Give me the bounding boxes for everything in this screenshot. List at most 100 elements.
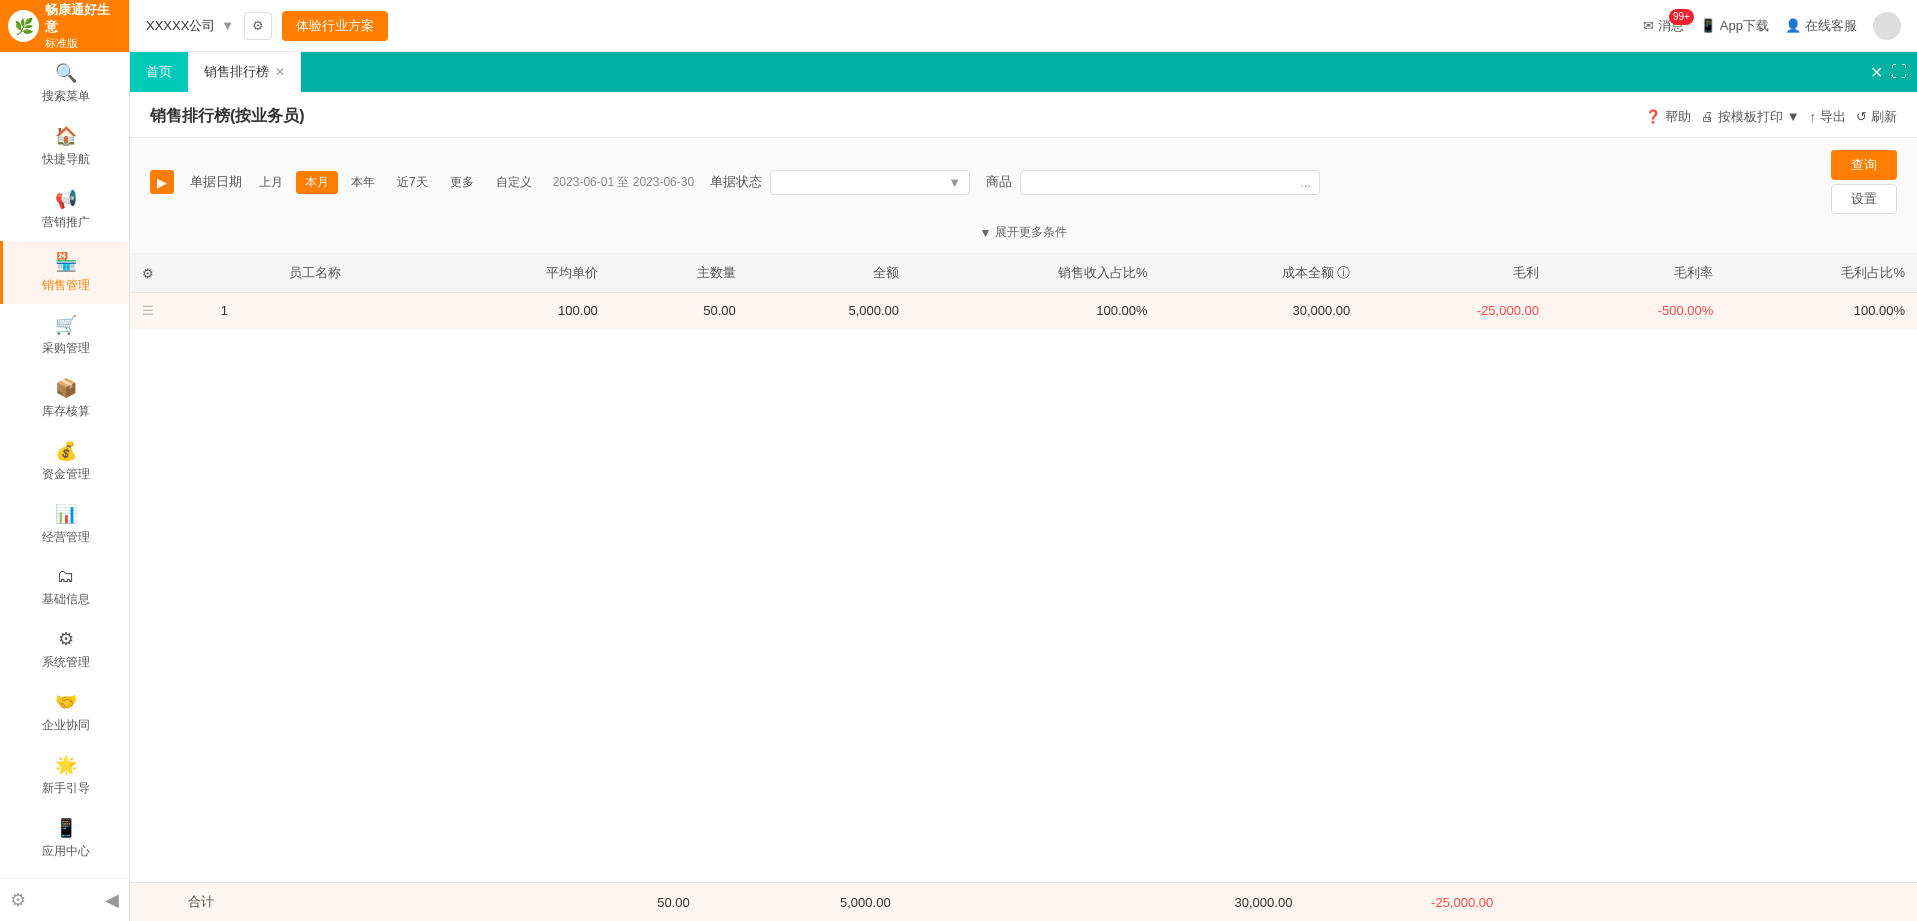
refresh-button[interactable]: ↺ 刷新 — [1856, 108, 1897, 126]
sidebar-label-finance: 资金管理 — [42, 466, 90, 483]
trial-button[interactable]: 体验行业方案 — [282, 11, 388, 41]
date-btn-更多[interactable]: 更多 — [441, 171, 483, 194]
status-filter-item: 单据状态 ▼ — [710, 170, 970, 195]
col-name: 员工名称 — [277, 254, 443, 293]
cell-qty: 50.00 — [610, 293, 748, 329]
message-item[interactable]: ✉ 消息 99+ — [1643, 17, 1684, 35]
date-btn-上月[interactable]: 上月 — [250, 171, 292, 194]
sidebar-label-app-center: 应用中心 — [42, 843, 90, 860]
sidebar-item-marketing[interactable]: 📢营销推广 — [0, 178, 129, 241]
sidebar-item-app-center[interactable]: 📱应用中心 — [0, 807, 129, 870]
settings-button[interactable]: 设置 — [1831, 184, 1897, 214]
date-btn-近7天[interactable]: 近7天 — [388, 171, 437, 194]
footer-cost: 30,000.00 — [1102, 895, 1303, 910]
cell-name — [277, 293, 443, 329]
page-title: 销售排行榜(按业务员) — [150, 106, 305, 127]
header-right: ✉ 消息 99+ 📱 App下载 👤 在线客服 — [1643, 12, 1901, 40]
gear-button[interactable]: ⚙ — [244, 12, 272, 40]
tab-bar: 首页销售排行榜✕ ✕ ⛶ — [130, 52, 1917, 92]
help-button[interactable]: ❓ 帮助 — [1645, 108, 1691, 126]
app-download-item[interactable]: 📱 App下载 — [1700, 17, 1769, 35]
table-body: ☰1100.0050.005,000.00100.00%30,000.00-25… — [130, 293, 1917, 329]
query-button[interactable]: 查询 — [1831, 150, 1897, 180]
app-download-label: App下载 — [1720, 17, 1769, 35]
sidebar-item-newbie[interactable]: 🌟新手引导 — [0, 744, 129, 807]
date-label: 单据日期 — [190, 173, 242, 191]
filter-row: ▶ 单据日期 上月本月本年近7天更多自定义 2023-06-01 至 2023-… — [150, 150, 1897, 214]
row-settings: ☰ — [130, 293, 209, 329]
col-cost: 成本全额 ⓘ — [1160, 254, 1363, 293]
sidebar-label-quick-nav: 快捷导航 — [42, 151, 90, 168]
sidebar-item-quick-nav[interactable]: 🏠快捷导航 — [0, 115, 129, 178]
date-btn-本年[interactable]: 本年 — [342, 171, 384, 194]
filter-toggle-arrow[interactable]: ▶ — [150, 170, 174, 194]
footer-amount: 5,000.00 — [700, 895, 901, 910]
sidebar-item-operations[interactable]: 📊经营管理 — [0, 493, 129, 556]
tab-close-sales-ranking[interactable]: ✕ — [275, 65, 285, 79]
company-selector[interactable]: XXXXX公司 ▼ — [146, 17, 234, 35]
online-service-label: 在线客服 — [1805, 17, 1857, 35]
tab-home[interactable]: 首页 — [130, 52, 188, 92]
export-button[interactable]: ↑ 导出 — [1810, 108, 1847, 126]
app-download-icon: 📱 — [1700, 18, 1716, 33]
logo-line2: 标准版 — [45, 36, 121, 50]
collapse-icon[interactable]: ◀ — [105, 889, 119, 911]
status-label: 单据状态 — [710, 173, 762, 191]
expand-label: 展开更多条件 — [995, 224, 1067, 241]
logo-text: 畅康通好生意 标准版 — [45, 2, 121, 50]
sidebar-logo: 🌿 畅康通好生意 标准版 — [0, 0, 129, 52]
sidebar-item-basic-info[interactable]: 🗂 基础信息 — [0, 556, 129, 618]
sidebar-label-enterprise: 企业协同 — [42, 717, 90, 734]
goods-value — [1029, 175, 1033, 190]
cell-profit_pct: 100.00% — [1725, 293, 1917, 329]
sidebar-icon-basic-info: 🗂 — [57, 566, 75, 587]
sidebar-item-enterprise[interactable]: 🤝 企业协同 — [0, 681, 129, 744]
avatar[interactable] — [1873, 12, 1901, 40]
status-select[interactable]: ▼ — [770, 170, 970, 195]
maximize-icon[interactable]: ⛶ — [1891, 63, 1907, 81]
cell-profit: -25,000.00 — [1362, 293, 1551, 329]
tab-sales-ranking[interactable]: 销售排行榜✕ — [188, 52, 301, 92]
sidebar-icon-enterprise: 🤝 — [55, 691, 77, 713]
sidebar-item-system[interactable]: ⚙系统管理 — [0, 618, 129, 681]
sidebar-label-newbie: 新手引导 — [42, 780, 90, 797]
message-badge: 99+ — [1669, 9, 1694, 25]
sidebar-item-search[interactable]: 🔍搜索菜单 — [0, 52, 129, 115]
template-print-button[interactable]: 🖨 按模板打印 ▼ — [1701, 108, 1800, 126]
expand-row: ▼ 展开更多条件 — [150, 224, 1897, 241]
close-tab-icon[interactable]: ✕ — [1870, 63, 1883, 82]
expand-button[interactable]: ▼ 展开更多条件 — [980, 224, 1068, 241]
sidebar: 🌿 畅康通好生意 标准版 🔍搜索菜单🏠快捷导航📢营销推广🏪销售管理🛒采购管理📦库… — [0, 0, 130, 921]
cell-sales_pct: 100.00% — [911, 293, 1160, 329]
table-header-row: ⚙员工名称平均单价主数量全额销售收入占比%成本全额 ⓘ毛利毛利率毛利占比% — [130, 254, 1917, 293]
sidebar-item-finance[interactable]: 💰资金管理 — [0, 430, 129, 493]
sidebar-icon-system: ⚙ — [58, 628, 74, 650]
sidebar-label-purchase: 采购管理 — [42, 340, 90, 357]
col-amount: 全额 — [748, 254, 911, 293]
help-label: 帮助 — [1665, 108, 1691, 126]
logo-line1: 畅康通好生意 — [45, 2, 121, 36]
sidebar-item-inventory[interactable]: 📦库存核算 — [0, 367, 129, 430]
date-group: 上月本月本年近7天更多自定义 — [250, 171, 541, 194]
goods-arrow: ... — [1300, 175, 1311, 190]
date-btn-本月[interactable]: 本月 — [296, 171, 338, 194]
filter-buttons: 查询 设置 — [1831, 150, 1897, 214]
col-rank — [209, 254, 277, 293]
sidebar-label-basic-info: 基础信息 — [42, 591, 90, 608]
sidebar-item-wechat[interactable]: 💬企业微信 — [0, 870, 129, 878]
refresh-label: 刷新 — [1871, 108, 1897, 126]
filter-bar: ▶ 单据日期 上月本月本年近7天更多自定义 2023-06-01 至 2023-… — [130, 138, 1917, 254]
settings-icon[interactable]: ⚙ — [10, 889, 26, 911]
data-table: ⚙员工名称平均单价主数量全额销售收入占比%成本全额 ⓘ毛利毛利率毛利占比% ☰1… — [130, 254, 1917, 329]
goods-select[interactable]: ... — [1020, 170, 1320, 195]
sidebar-item-sales[interactable]: 🏪销售管理 — [0, 241, 129, 304]
online-service-item[interactable]: 👤 在线客服 — [1785, 17, 1857, 35]
col-settings[interactable]: ⚙ — [130, 254, 209, 293]
sidebar-menu: 🔍搜索菜单🏠快捷导航📢营销推广🏪销售管理🛒采购管理📦库存核算💰资金管理📊经营管理… — [0, 52, 129, 878]
cell-cost: 30,000.00 — [1160, 293, 1363, 329]
table-container: ⚙员工名称平均单价主数量全额销售收入占比%成本全额 ⓘ毛利毛利率毛利占比% ☰1… — [130, 254, 1917, 882]
sidebar-item-purchase[interactable]: 🛒采购管理 — [0, 304, 129, 367]
date-btn-自定义[interactable]: 自定义 — [487, 171, 541, 194]
table-settings-icon[interactable]: ⚙ — [142, 266, 154, 281]
footer-label: 合计 — [188, 893, 308, 911]
